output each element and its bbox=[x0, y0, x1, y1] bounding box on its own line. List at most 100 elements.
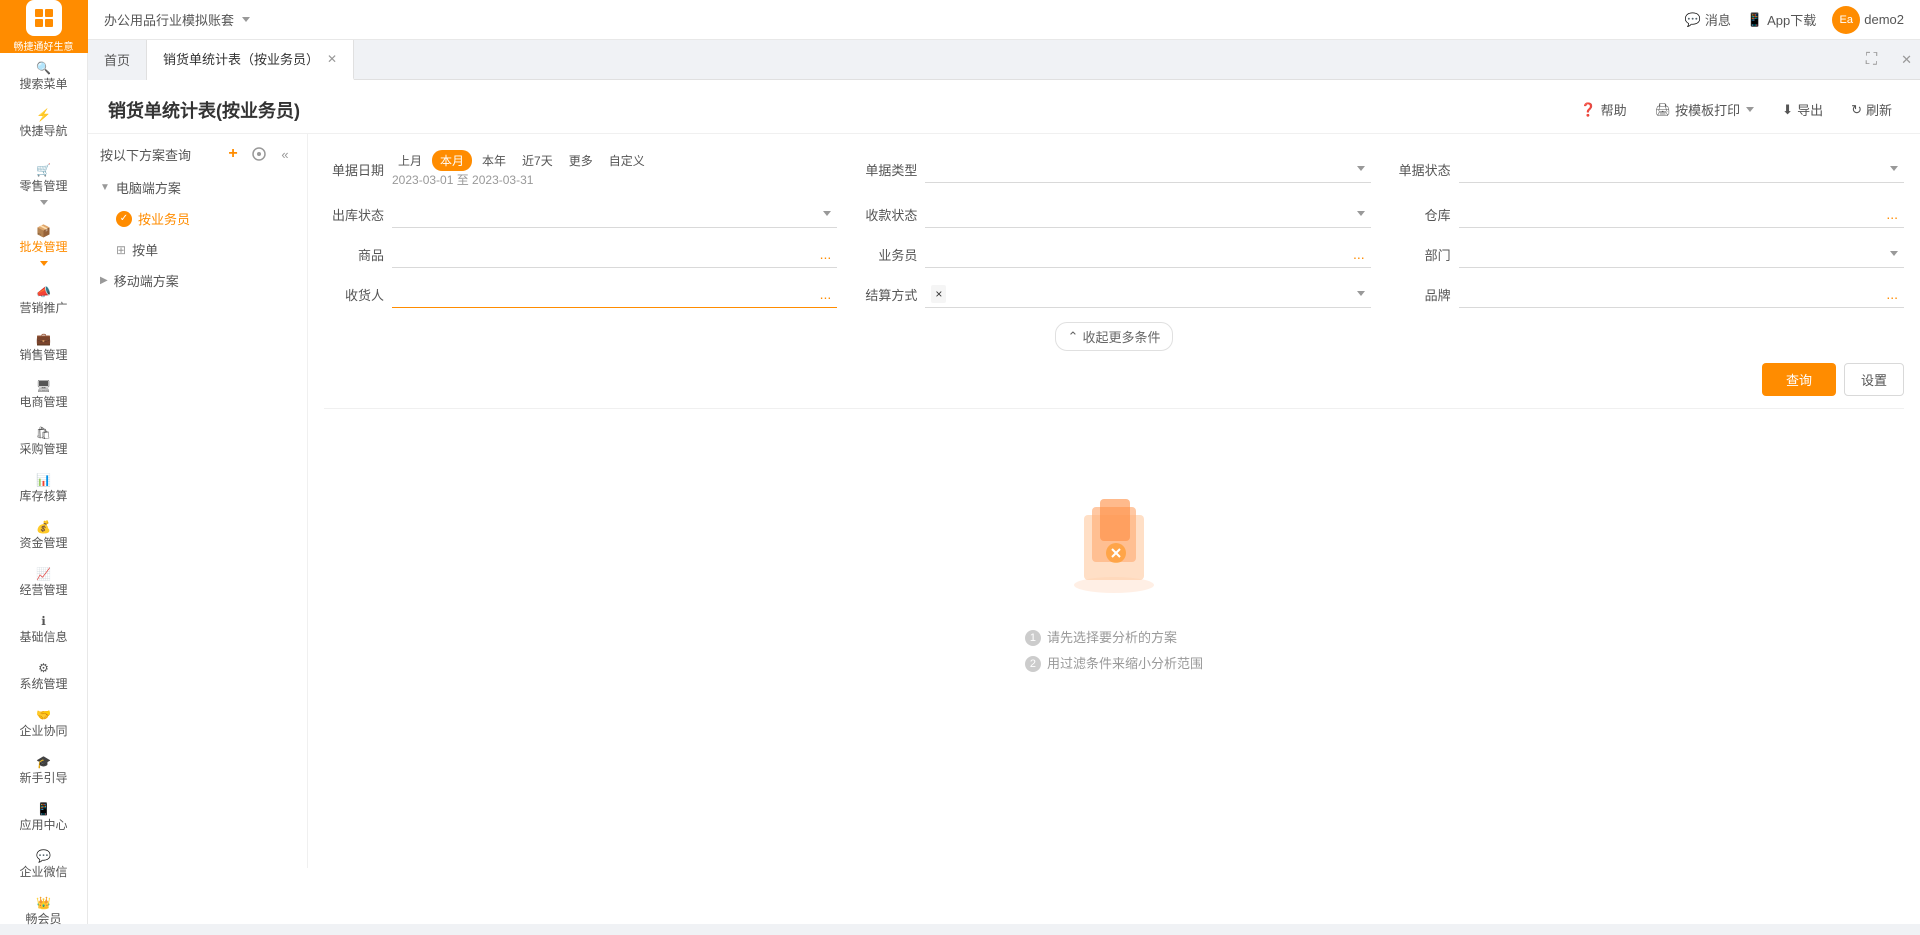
receiver-label: 收货人 bbox=[324, 285, 384, 304]
filter-row-receipt: 收款状态 bbox=[857, 200, 1370, 228]
marketing-icon: 📣 bbox=[4, 285, 83, 299]
date-btn-thisyear[interactable]: 本年 bbox=[476, 150, 512, 171]
tab-expand-btn[interactable]: ⛶ bbox=[1854, 51, 1889, 69]
help-btn[interactable]: ❓ 帮助 bbox=[1572, 96, 1634, 123]
message-btn[interactable]: 💬 消息 bbox=[1685, 10, 1731, 29]
tree-item-pc[interactable]: ▼ 电脑端方案 bbox=[88, 172, 307, 203]
product-dots-btn[interactable]: ... bbox=[820, 246, 832, 262]
sidebar-item-system[interactable]: ⚙ 系统管理 bbox=[0, 653, 87, 700]
collapse-panel-btn[interactable]: « bbox=[275, 144, 295, 164]
brand-input[interactable]: ... bbox=[1459, 280, 1904, 308]
left-panel: 按以下方案查询 + « ▼ 电脑端方案 ✓ bbox=[88, 134, 308, 868]
wholesale-icon: 📦 bbox=[4, 224, 83, 238]
date-btn-more[interactable]: 更多 bbox=[563, 150, 599, 171]
outbound-label: 出库状态 bbox=[324, 205, 384, 224]
sidebar-item-search[interactable]: 🔍 搜索菜单 bbox=[0, 53, 87, 100]
order-icon: ⊞ bbox=[116, 243, 126, 257]
current-company-label: 办公用品行业模拟账套 bbox=[104, 10, 234, 29]
tab-sales-report[interactable]: 销货单统计表（按业务员） ✕ bbox=[147, 40, 354, 80]
order-status-select[interactable] bbox=[1459, 155, 1904, 183]
empty-tip-2: 2 用过滤条件来缩小分析范围 bbox=[1025, 651, 1203, 677]
active-indicator: ✓ bbox=[116, 211, 132, 227]
warehouse-input[interactable]: ... bbox=[1459, 200, 1904, 228]
refresh-label: 刷新 bbox=[1866, 100, 1892, 119]
settlement-clear-btn[interactable]: × bbox=[935, 287, 942, 301]
sidebar-item-apps[interactable]: 📱 应用中心 bbox=[0, 794, 87, 841]
order-type-select[interactable] bbox=[925, 155, 1370, 183]
sidebar: 畅捷通好生意 🔍 搜索菜单 ⚡ 快捷导航 🛒 零售管理 📦 批发管理 📣 营销推… bbox=[0, 0, 88, 924]
scheme-order-label: 按单 bbox=[132, 240, 158, 259]
sidebar-purchase-label: 采购管理 bbox=[4, 440, 83, 457]
tree-child-item-order[interactable]: ⊞ 按单 bbox=[116, 234, 307, 265]
sidebar-shortcuts-label: 快捷导航 bbox=[4, 122, 83, 139]
collapse-more-btn[interactable]: ⌃ 收起更多条件 bbox=[1055, 322, 1174, 351]
tree-children-pc: ✓ 按业务员 ⊞ 按单 bbox=[88, 203, 307, 265]
department-select[interactable] bbox=[1459, 240, 1904, 268]
sidebar-item-ecommerce[interactable]: 🖥 电商管理 bbox=[0, 371, 87, 418]
collapse-icon: ⌃ bbox=[1068, 329, 1079, 345]
receipt-select[interactable] bbox=[925, 200, 1370, 228]
receiver-dots-btn[interactable]: ... bbox=[820, 286, 832, 302]
salesperson-input[interactable]: ... bbox=[925, 240, 1370, 268]
sidebar-item-member[interactable]: 👑 畅会员 bbox=[0, 888, 87, 935]
filter-row-salesperson: 业务员 ... bbox=[857, 240, 1370, 268]
sidebar-item-sales[interactable]: 💼 销售管理 bbox=[0, 324, 87, 371]
sidebar-item-guide[interactable]: 🎓 新手引导 bbox=[0, 747, 87, 794]
add-scheme-btn[interactable]: + bbox=[223, 144, 243, 164]
date-filter-control: 上月 本月 本年 近7天 更多 自定义 2023-03-01 至 2023-03… bbox=[392, 150, 837, 188]
salesperson-dots-btn[interactable]: ... bbox=[1353, 246, 1365, 262]
topbar-right: 💬 消息 📱 App下载 Ea demo2 bbox=[1685, 6, 1904, 34]
date-btn-7days[interactable]: 近7天 bbox=[516, 150, 559, 171]
tip-num-1: 1 bbox=[1025, 630, 1041, 646]
sidebar-operation-label: 经营管理 bbox=[4, 581, 83, 598]
sidebar-item-shortcuts[interactable]: ⚡ 快捷导航 bbox=[0, 100, 87, 147]
user-profile-btn[interactable]: Ea demo2 bbox=[1832, 6, 1904, 34]
tree-child-item-salesperson[interactable]: ✓ 按业务员 bbox=[116, 203, 307, 234]
sidebar-item-operation[interactable]: 📈 经营管理 bbox=[0, 559, 87, 606]
settlement-select[interactable]: × bbox=[925, 280, 1370, 308]
brand-dots-btn[interactable]: ... bbox=[1886, 286, 1898, 302]
sidebar-item-purchase[interactable]: 🛍 采购管理 bbox=[0, 418, 87, 465]
close-window-btn[interactable]: ✕ bbox=[1893, 52, 1920, 68]
tab-home[interactable]: 首页 bbox=[88, 40, 147, 80]
query-button[interactable]: 查询 bbox=[1762, 363, 1836, 396]
app-download-btn[interactable]: 📱 App下载 bbox=[1747, 10, 1816, 29]
sidebar-item-marketing[interactable]: 📣 营销推广 bbox=[0, 277, 87, 324]
order-type-dropdown-icon bbox=[1357, 166, 1365, 171]
guide-icon: 🎓 bbox=[4, 755, 83, 769]
receiver-input[interactable]: ... bbox=[392, 280, 837, 308]
outbound-select[interactable] bbox=[392, 200, 837, 228]
date-btn-thismonth[interactable]: 本月 bbox=[432, 150, 472, 171]
export-btn[interactable]: ⬇ 导出 bbox=[1774, 96, 1831, 123]
filter-row-date: 单据日期 上月 本月 本年 近7天 更多 自定义 2023-03-01 至 20… bbox=[324, 150, 837, 188]
edit-scheme-btn[interactable] bbox=[249, 144, 269, 164]
receipt-label: 收款状态 bbox=[857, 205, 917, 224]
sidebar-item-collab[interactable]: 🤝 企业协同 bbox=[0, 700, 87, 747]
ecommerce-icon: 🖥 bbox=[4, 379, 83, 393]
product-input[interactable]: ... bbox=[392, 240, 837, 268]
tree-item-mobile[interactable]: ▶ 移动端方案 bbox=[88, 265, 307, 296]
refresh-btn[interactable]: ↻ 刷新 bbox=[1843, 96, 1900, 123]
settlement-label: 结算方式 bbox=[857, 285, 917, 304]
wechat-icon: 💬 bbox=[4, 849, 83, 863]
date-btn-custom[interactable]: 自定义 bbox=[603, 150, 651, 171]
setting-button[interactable]: 设置 bbox=[1844, 363, 1904, 396]
page-header: 销货单统计表(按业务员) ❓ 帮助 🖨 按模板打印 ⬇ 导出 ↻ 刷新 bbox=[88, 80, 1920, 134]
warehouse-dots-btn[interactable]: ... bbox=[1886, 206, 1898, 222]
date-btn-lastmonth[interactable]: 上月 bbox=[392, 150, 428, 171]
company-dropdown-icon[interactable] bbox=[242, 17, 250, 22]
sidebar-item-inventory[interactable]: 📊 库存核算 bbox=[0, 465, 87, 512]
tab-close-icon[interactable]: ✕ bbox=[327, 52, 337, 66]
maximize-icon: ⛶ bbox=[1866, 51, 1877, 68]
receiver-text-input[interactable] bbox=[398, 286, 816, 301]
member-icon: 👑 bbox=[4, 896, 83, 910]
sidebar-item-basic[interactable]: ℹ 基础信息 bbox=[0, 606, 87, 653]
page-content: 销货单统计表(按业务员) ❓ 帮助 🖨 按模板打印 ⬇ 导出 ↻ 刷新 bbox=[88, 80, 1920, 924]
sidebar-item-retail[interactable]: 🛒 零售管理 bbox=[0, 155, 87, 216]
sidebar-item-wechat[interactable]: 💬 企业微信 bbox=[0, 841, 87, 888]
sidebar-item-wholesale[interactable]: 📦 批发管理 bbox=[0, 216, 87, 277]
apps-icon: 📱 bbox=[4, 802, 83, 816]
sidebar-item-finance[interactable]: 💰 资金管理 bbox=[0, 512, 87, 559]
finance-icon: 💰 bbox=[4, 520, 83, 534]
print-btn[interactable]: 🖨 按模板打印 bbox=[1647, 96, 1763, 123]
